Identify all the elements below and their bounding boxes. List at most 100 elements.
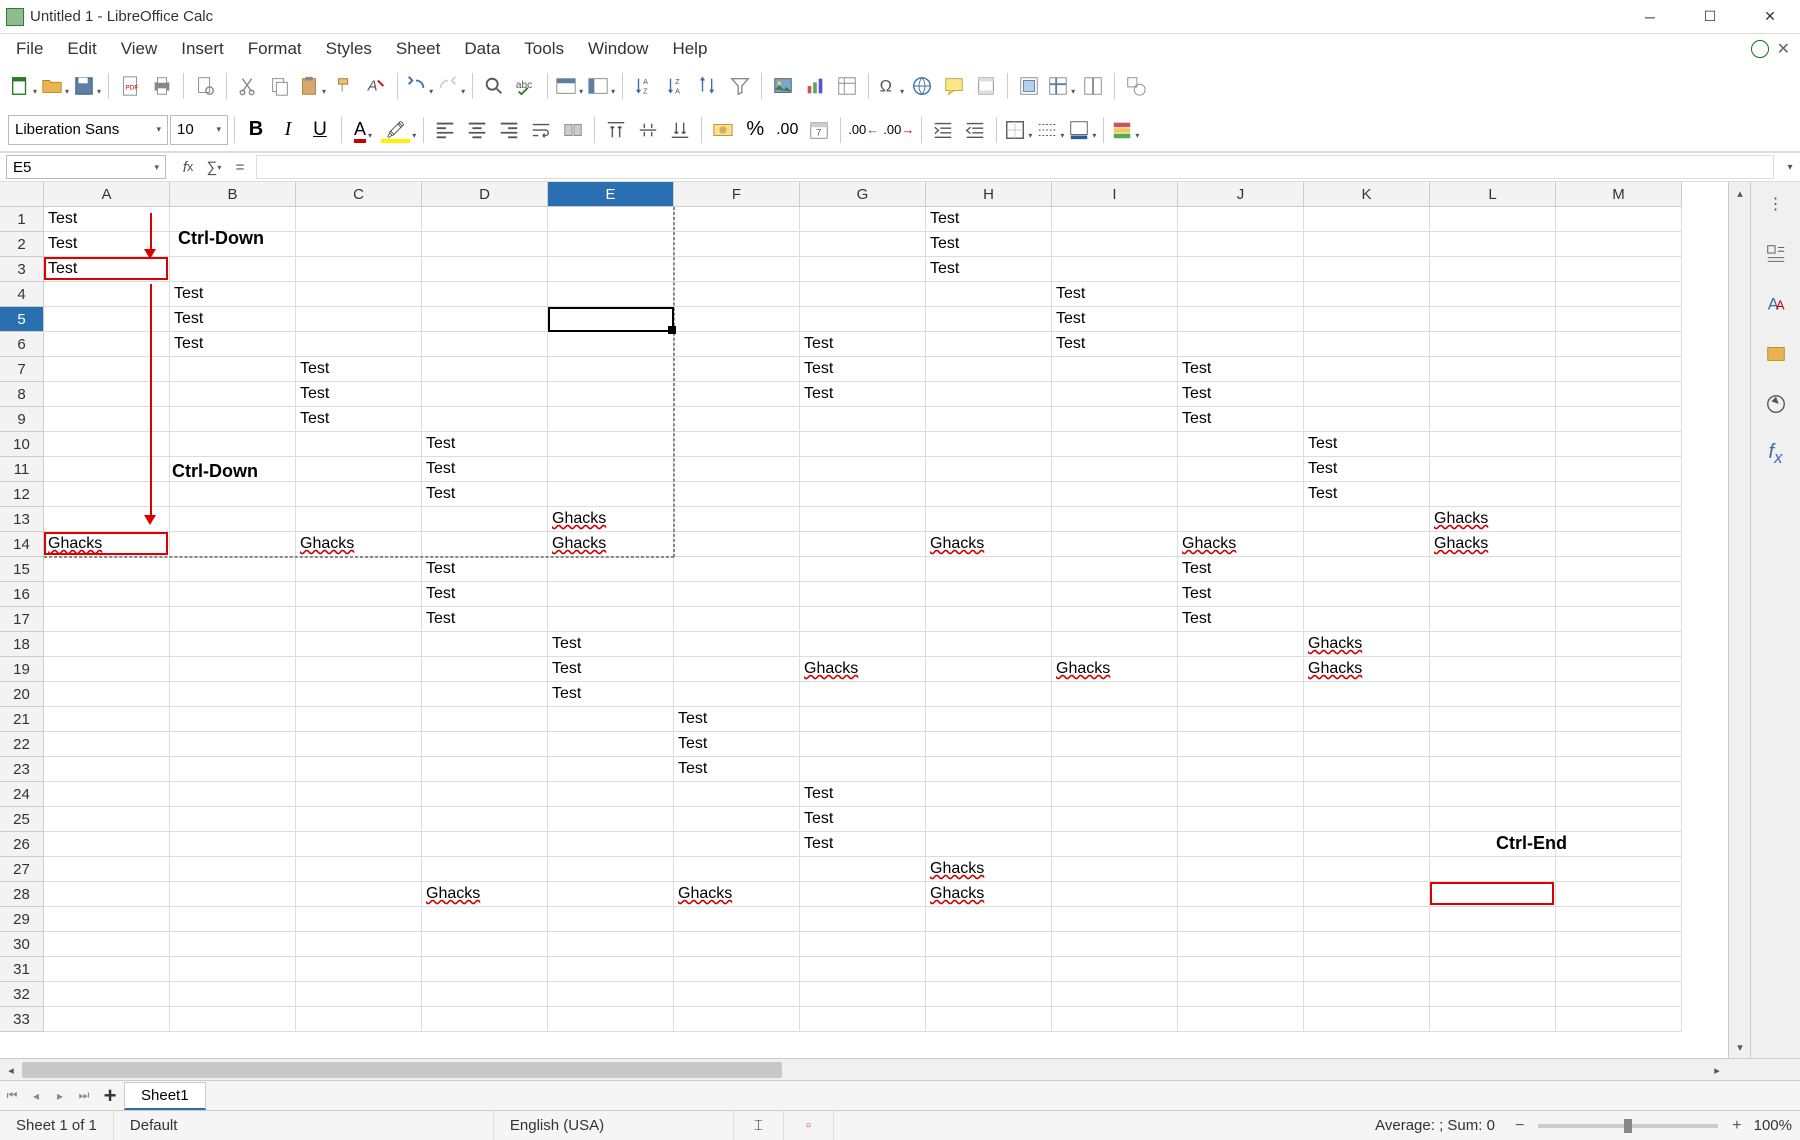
cell-M18[interactable] (1556, 632, 1682, 657)
row-header-33[interactable]: 33 (0, 1007, 44, 1032)
cell-D15[interactable]: Test (422, 557, 548, 582)
cell-D28[interactable]: Ghacks (422, 882, 548, 907)
row-header-21[interactable]: 21 (0, 707, 44, 732)
cell-K18[interactable]: Ghacks (1304, 632, 1430, 657)
menu-sheet[interactable]: Sheet (384, 35, 452, 63)
scroll-down-button[interactable]: ▾ (1729, 1036, 1751, 1058)
formula-input[interactable] (256, 155, 1774, 179)
cell-I15[interactable] (1052, 557, 1178, 582)
cell-H13[interactable] (926, 507, 1052, 532)
cell-G3[interactable] (800, 257, 926, 282)
align-bottom-button[interactable] (665, 115, 695, 145)
cell-D23[interactable] (422, 757, 548, 782)
cell-K6[interactable] (1304, 332, 1430, 357)
cell-K1[interactable] (1304, 207, 1430, 232)
cell-M8[interactable] (1556, 382, 1682, 407)
cell-C14[interactable]: Ghacks (296, 532, 422, 557)
cell-E27[interactable] (548, 857, 674, 882)
cell-G28[interactable] (800, 882, 926, 907)
cell-E4[interactable] (548, 282, 674, 307)
cell-B1[interactable] (170, 207, 296, 232)
cell-D19[interactable] (422, 657, 548, 682)
cell-C26[interactable] (296, 832, 422, 857)
cell-G31[interactable] (800, 957, 926, 982)
col-header-B[interactable]: B (170, 182, 296, 207)
cell-M2[interactable] (1556, 232, 1682, 257)
cell-I10[interactable] (1052, 432, 1178, 457)
cell-I19[interactable]: Ghacks (1052, 657, 1178, 682)
formula-expand-button[interactable]: ▾ (1780, 155, 1800, 179)
cell-K11[interactable]: Test (1304, 457, 1430, 482)
cell-B27[interactable] (170, 857, 296, 882)
cell-C18[interactable] (296, 632, 422, 657)
styles-icon[interactable]: AA (1760, 288, 1792, 320)
cell-H10[interactable] (926, 432, 1052, 457)
cell-I31[interactable] (1052, 957, 1178, 982)
cell-F14[interactable] (674, 532, 800, 557)
cell-E11[interactable] (548, 457, 674, 482)
col-header-K[interactable]: K (1304, 182, 1430, 207)
cell-A31[interactable] (44, 957, 170, 982)
cell-E1[interactable] (548, 207, 674, 232)
cell-H27[interactable]: Ghacks (926, 857, 1052, 882)
cell-L26[interactable] (1430, 832, 1556, 857)
cell-B13[interactable] (170, 507, 296, 532)
cell-E32[interactable] (548, 982, 674, 1007)
cell-H31[interactable] (926, 957, 1052, 982)
cell-M21[interactable] (1556, 707, 1682, 732)
cell-I25[interactable] (1052, 807, 1178, 832)
cell-I4[interactable]: Test (1052, 282, 1178, 307)
borders-button[interactable]: ▾ (1003, 115, 1033, 145)
cell-M14[interactable] (1556, 532, 1682, 557)
row-header-17[interactable]: 17 (0, 607, 44, 632)
cell-F29[interactable] (674, 907, 800, 932)
cell-L17[interactable] (1430, 607, 1556, 632)
font-size-combo[interactable]: 10▾ (170, 115, 228, 145)
first-sheet-button[interactable]: ⏮ (0, 1082, 24, 1110)
cell-D14[interactable] (422, 532, 548, 557)
cell-H25[interactable] (926, 807, 1052, 832)
cell-J33[interactable] (1178, 1007, 1304, 1032)
cell-K3[interactable] (1304, 257, 1430, 282)
row-header-11[interactable]: 11 (0, 457, 44, 482)
cell-G33[interactable] (800, 1007, 926, 1032)
cell-G2[interactable] (800, 232, 926, 257)
cell-E7[interactable] (548, 357, 674, 382)
col-header-A[interactable]: A (44, 182, 170, 207)
cell-F23[interactable]: Test (674, 757, 800, 782)
cell-L12[interactable] (1430, 482, 1556, 507)
cell-J18[interactable] (1178, 632, 1304, 657)
sort-button[interactable] (693, 71, 723, 101)
copy-button[interactable] (265, 71, 295, 101)
cell-K19[interactable]: Ghacks (1304, 657, 1430, 682)
cell-H33[interactable] (926, 1007, 1052, 1032)
cell-B30[interactable] (170, 932, 296, 957)
cell-C1[interactable] (296, 207, 422, 232)
cell-K31[interactable] (1304, 957, 1430, 982)
cell-F30[interactable] (674, 932, 800, 957)
cell-E20[interactable]: Test (548, 682, 674, 707)
conditional-formatting-button[interactable]: ▾ (1110, 115, 1140, 145)
cell-J6[interactable] (1178, 332, 1304, 357)
cell-K30[interactable] (1304, 932, 1430, 957)
cell-M29[interactable] (1556, 907, 1682, 932)
cell-C32[interactable] (296, 982, 422, 1007)
cell-L27[interactable] (1430, 857, 1556, 882)
cell-A25[interactable] (44, 807, 170, 832)
cell-H29[interactable] (926, 907, 1052, 932)
cell-B2[interactable] (170, 232, 296, 257)
cell-E21[interactable] (548, 707, 674, 732)
next-sheet-button[interactable]: ▸ (48, 1082, 72, 1110)
cell-G15[interactable] (800, 557, 926, 582)
cell-E8[interactable] (548, 382, 674, 407)
scroll-right-button[interactable]: ▸ (1706, 1059, 1728, 1081)
cell-K5[interactable] (1304, 307, 1430, 332)
cell-L16[interactable] (1430, 582, 1556, 607)
cell-L4[interactable] (1430, 282, 1556, 307)
row-header-27[interactable]: 27 (0, 857, 44, 882)
cell-J3[interactable] (1178, 257, 1304, 282)
cell-E12[interactable] (548, 482, 674, 507)
cell-A19[interactable] (44, 657, 170, 682)
cell-D27[interactable] (422, 857, 548, 882)
cell-L33[interactable] (1430, 1007, 1556, 1032)
